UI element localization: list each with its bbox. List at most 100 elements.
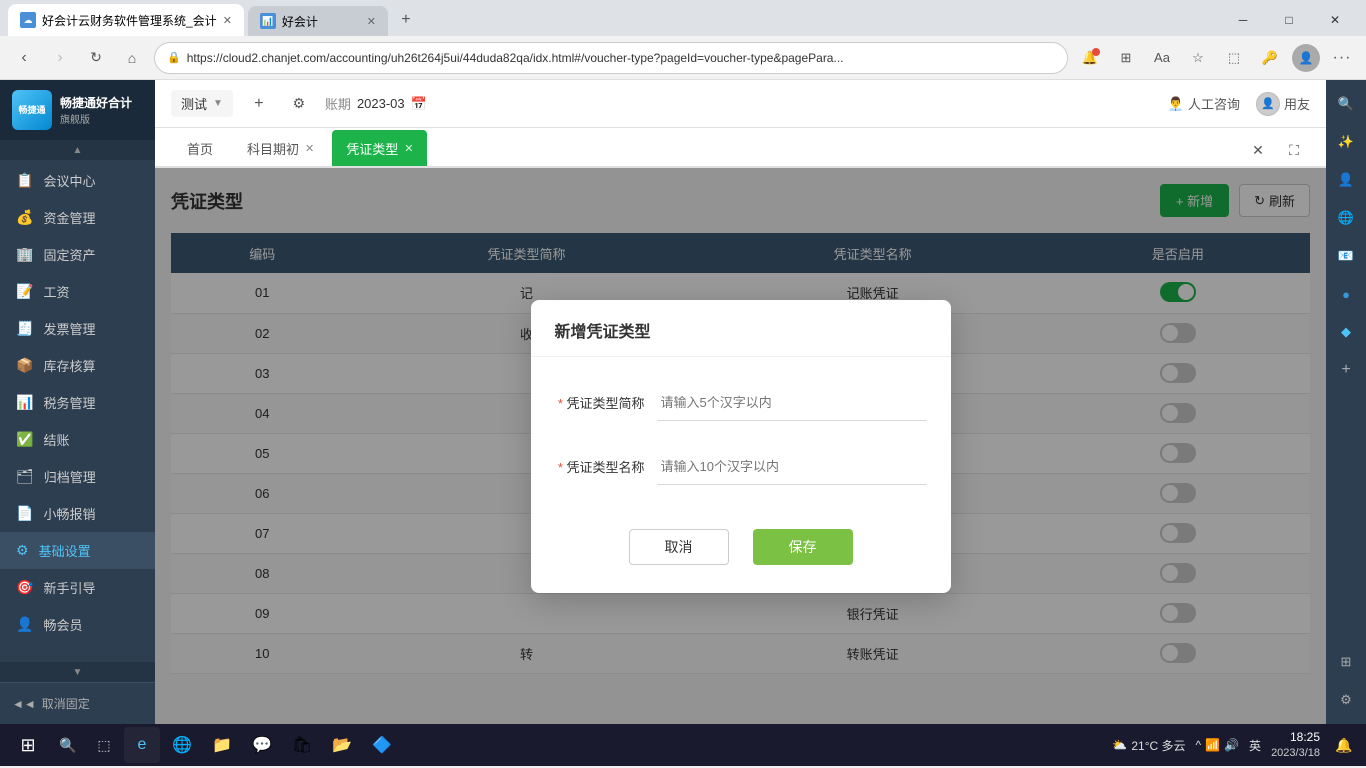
modal-body: * 凭证类型简称 * 凭证类型名称 [531, 357, 951, 513]
browser-action-2[interactable]: ⊞ [1112, 44, 1140, 72]
sidebar-item-payroll[interactable]: 📝 工资 [0, 273, 155, 310]
sidebar-item-settle[interactable]: ✅ 结账 [0, 421, 155, 458]
cancel-button[interactable]: 取消 [629, 529, 729, 565]
reload-button[interactable]: ↻ [82, 44, 110, 72]
tray-chevron[interactable]: ^ [1196, 738, 1202, 752]
settings-gear-btn[interactable]: ⚙ [285, 90, 313, 118]
sidebar-item-assets[interactable]: 🏢 固定资产 [0, 236, 155, 273]
name-label: * 凭证类型名称 [555, 457, 645, 476]
tab-subject[interactable]: 科目期初 ✕ [233, 130, 328, 166]
browser-action-4[interactable]: ☆ [1184, 44, 1212, 72]
tab-voucher-type[interactable]: 凭证类型 ✕ [332, 130, 427, 166]
right-btn-search[interactable]: 🔍 [1330, 88, 1362, 120]
sidebar-item-inventory[interactable]: 📦 库存核算 [0, 347, 155, 384]
tab-collapse-btn[interactable]: ✕ [1242, 134, 1274, 166]
assets-icon: 🏢 [16, 246, 33, 263]
taskbar-weather: ⛅ 21°C 多云 [1112, 737, 1185, 754]
save-button[interactable]: 保存 [753, 529, 853, 565]
browser-action-5[interactable]: ⬚ [1220, 44, 1248, 72]
user-button[interactable]: 👤 用友 [1256, 92, 1310, 116]
maximize-button[interactable]: □ [1266, 4, 1312, 36]
sidebar-item-report[interactable]: 📄 小畅报销 [0, 495, 155, 532]
notification-btn[interactable]: 🔔 [1330, 731, 1358, 759]
minimize-button[interactable]: ─ [1220, 4, 1266, 36]
cancel-pin-area[interactable]: ◄◄ 取消固定 [0, 682, 155, 724]
consult-icon: 👨‍💼 [1168, 96, 1184, 112]
home-button[interactable]: ⌂ [118, 44, 146, 72]
short-input[interactable] [657, 385, 927, 421]
form-row-short: * 凭证类型简称 [555, 385, 927, 421]
more-button[interactable]: ··· [1328, 44, 1356, 72]
taskbar-app-file[interactable]: 📁 [204, 727, 240, 763]
right-btn-circle[interactable]: ● [1330, 278, 1362, 310]
sidebar-item-guide[interactable]: 🎯 新手引导 [0, 569, 155, 606]
tab-voucher-close[interactable]: ✕ [404, 142, 413, 155]
scroll-up-btn[interactable]: ▲ [0, 140, 155, 160]
scroll-down-btn[interactable]: ▼ [0, 662, 155, 682]
modal-footer: 取消 保存 [531, 513, 951, 593]
calendar-icon[interactable]: 📅 [411, 96, 427, 112]
tab-expand-btn[interactable]: ⛶ [1278, 134, 1310, 166]
member-icon: 👤 [16, 616, 33, 633]
app-header: 测试 ▼ + ⚙ 账期 2023-03 📅 👨‍💼 人工咨询 👤 用友 [155, 80, 1326, 128]
sidebar-item-finance[interactable]: 💰 资金管理 [0, 199, 155, 236]
settle-icon: ✅ [16, 431, 33, 448]
sidebar-item-member[interactable]: 👤 畅会员 [0, 606, 155, 643]
sidebar-nav: 📋 会议中心 💰 资金管理 🏢 固定资产 📝 工资 🧾 发票管理 📦 库 [0, 160, 155, 662]
right-btn-diamond[interactable]: ◆ [1330, 316, 1362, 348]
weather-icon: ⛅ [1112, 738, 1127, 752]
sidebar-label-inventory: 库存核算 [43, 356, 95, 375]
taskbar-app-store[interactable]: 🛍 [284, 727, 320, 763]
tab-close-2[interactable]: ✕ [367, 15, 376, 28]
right-btn-mail[interactable]: 📧 [1330, 240, 1362, 272]
browser-action-3[interactable]: Aa [1148, 44, 1176, 72]
sidebar-item-tax[interactable]: 📊 税务管理 [0, 384, 155, 421]
sidebar-item-settings[interactable]: ⚙ 基础设置 [0, 532, 155, 569]
workspace-selector[interactable]: 测试 ▼ [171, 90, 233, 117]
consult-button[interactable]: 👨‍💼 人工咨询 [1168, 94, 1240, 113]
profile-icon[interactable]: 👤 [1292, 44, 1320, 72]
taskbar-taskview[interactable]: ⬚ [88, 729, 120, 761]
taskbar-app-edge[interactable]: e [124, 727, 160, 763]
back-button[interactable]: ‹ [10, 44, 38, 72]
right-btn-add[interactable]: + [1330, 354, 1362, 386]
sys-tray: ^ 📶 🔊 [1196, 738, 1240, 752]
browser-action-1[interactable]: 🔔 [1076, 44, 1104, 72]
new-tab-button[interactable]: + [392, 6, 420, 34]
taskbar-app-chrome[interactable]: 🌐 [164, 727, 200, 763]
add-workspace-btn[interactable]: + [245, 90, 273, 118]
period-info: 账期 2023-03 📅 [325, 94, 427, 113]
taskbar-app-wechat[interactable]: 💬 [244, 727, 280, 763]
right-btn-user[interactable]: 👤 [1330, 164, 1362, 196]
start-button[interactable]: ⊞ [8, 725, 48, 765]
browser-chrome: ☁ 好会计云财务软件管理系统_会计 ✕ 📊 好会计 ✕ + ─ □ ✕ ‹ › … [0, 0, 1366, 80]
close-button[interactable]: ✕ [1312, 4, 1358, 36]
name-input[interactable] [657, 449, 927, 485]
right-btn-globe[interactable]: 🌐 [1330, 202, 1362, 234]
forward-button[interactable]: › [46, 44, 74, 72]
right-btn-gear[interactable]: ⚙ [1330, 684, 1362, 716]
content-area: 凭证类型 + 新增 ↻ 刷新 编码 凭证类型简称 凭证类型名称 是否启用 [155, 168, 1326, 724]
taskbar-app-explorer[interactable]: 📂 [324, 727, 360, 763]
tab-subject-close[interactable]: ✕ [305, 142, 314, 155]
modal-header: 新增凭证类型 [531, 300, 951, 357]
payroll-icon: 📝 [16, 283, 33, 300]
tab-close-1[interactable]: ✕ [223, 14, 232, 27]
tab-voucher-label: 凭证类型 [346, 139, 398, 158]
sidebar-item-dashboard[interactable]: 📋 会议中心 [0, 162, 155, 199]
right-btn-layout[interactable]: ⊞ [1330, 646, 1362, 678]
browser-action-6[interactable]: 🔑 [1256, 44, 1284, 72]
sidebar-item-archive[interactable]: 🗂 归档管理 [0, 458, 155, 495]
sidebar-item-invoice[interactable]: 🧾 发票管理 [0, 310, 155, 347]
right-btn-star[interactable]: ✨ [1330, 126, 1362, 158]
tab-home[interactable]: 首页 [171, 130, 229, 166]
browser-tab-active[interactable]: ☁ 好会计云财务软件管理系统_会计 ✕ [8, 4, 244, 36]
tab-favicon-2: 📊 [260, 13, 276, 29]
taskbar-search-btn[interactable]: 🔍 [52, 729, 84, 761]
dashboard-icon: 📋 [16, 172, 33, 189]
finance-icon: 💰 [16, 209, 33, 226]
taskbar-app-edge2[interactable]: 🔷 [364, 727, 400, 763]
browser-tab-inactive[interactable]: 📊 好会计 ✕ [248, 6, 388, 36]
address-bar[interactable]: 🔒 https://cloud2.chanjet.com/accounting/… [154, 42, 1068, 74]
form-row-name: * 凭证类型名称 [555, 449, 927, 485]
